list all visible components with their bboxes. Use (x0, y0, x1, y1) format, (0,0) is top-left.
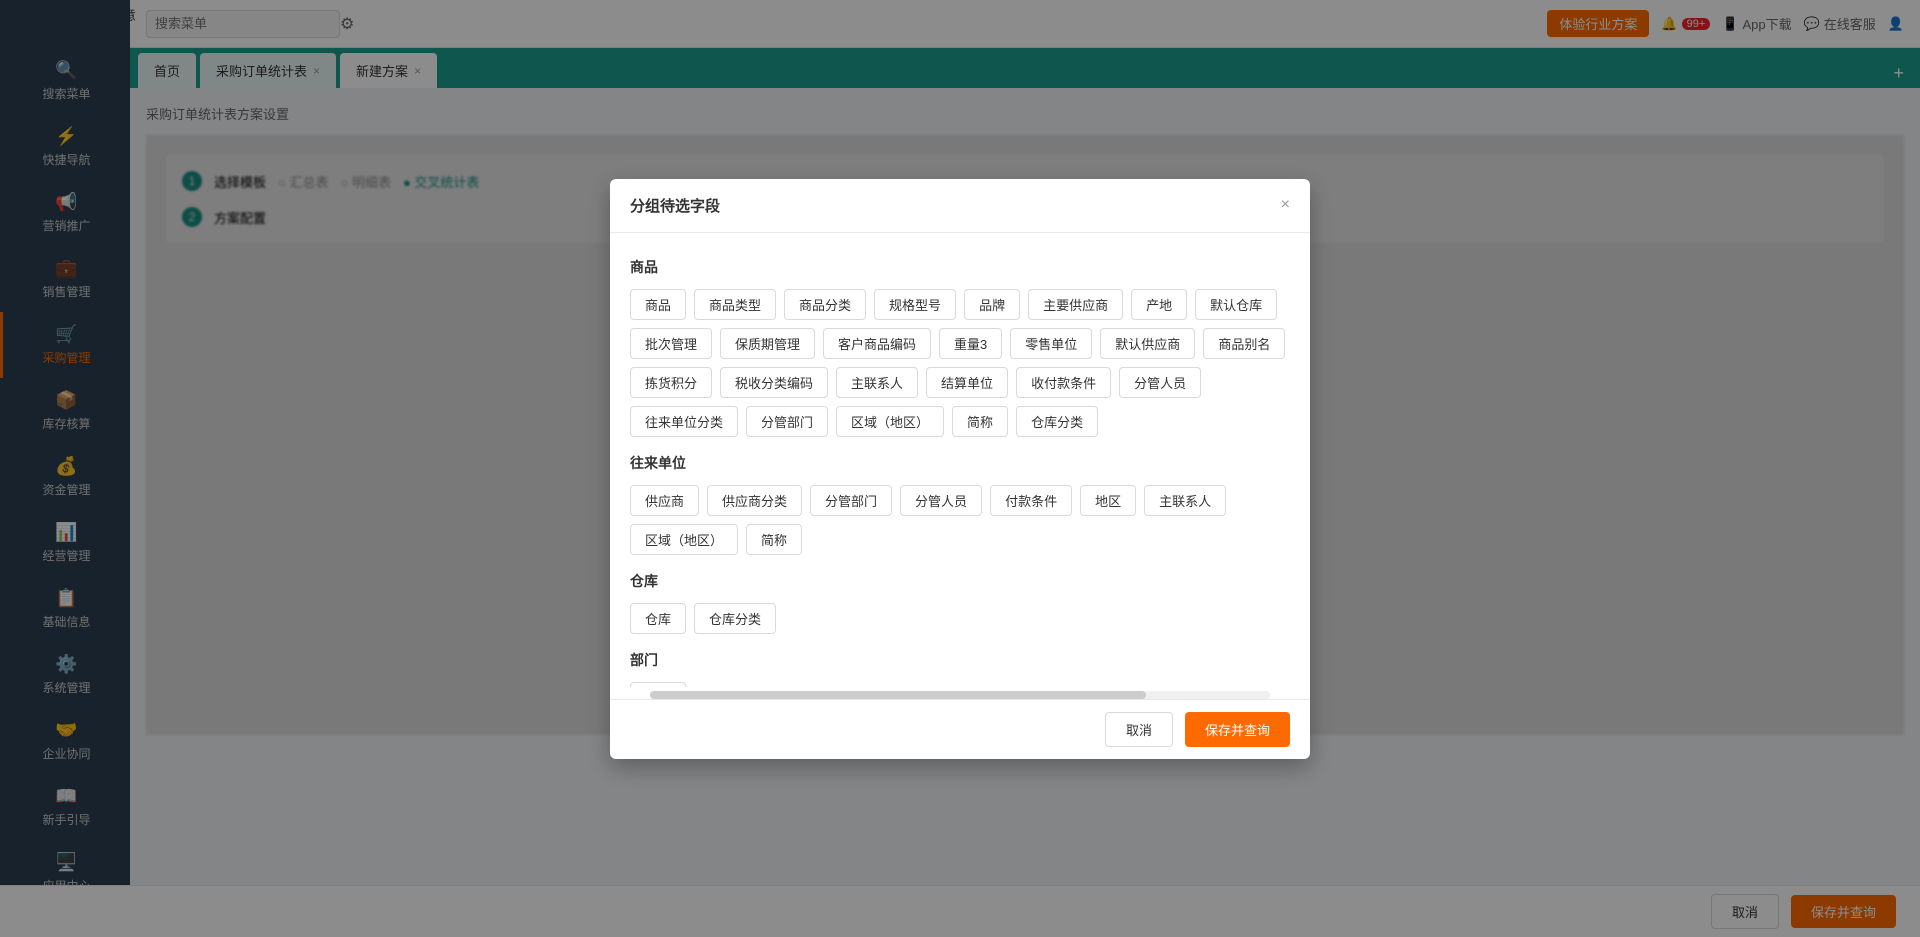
field-tag[interactable]: 分管部门 (810, 485, 892, 516)
field-tag[interactable]: 规格型号 (874, 289, 956, 320)
field-tag[interactable]: 区域（地区） (836, 406, 944, 437)
scrollbar-thumb (650, 691, 1146, 699)
field-tag[interactable]: 付款条件 (990, 485, 1072, 516)
field-tag[interactable]: 产地 (1131, 289, 1187, 320)
modal-body: 商品商品商品类型商品分类规格型号品牌主要供应商产地默认仓库批次管理保质期管理客户… (610, 233, 1310, 687)
tags-row-partner: 供应商供应商分类分管部门分管人员付款条件地区主联系人区域（地区） 简称 (630, 485, 1290, 555)
field-tag[interactable]: 结算单位 (926, 367, 1008, 398)
field-tag[interactable]: 分管人员 (900, 485, 982, 516)
field-tag[interactable]: 品牌 (964, 289, 1020, 320)
field-tag[interactable]: 分管人员 (1119, 367, 1201, 398)
section-title-warehouse: 仓库 (630, 571, 1290, 591)
section-title-partner: 往来单位 (630, 453, 1290, 473)
field-tag[interactable]: 零售单位 (1010, 328, 1092, 359)
modal-header: 分组待选字段 × (610, 179, 1310, 233)
tags-row-warehouse: 仓库仓库分类 (630, 603, 1290, 634)
field-tag[interactable]: 供应商 (630, 485, 699, 516)
field-tag[interactable]: 简称 (746, 524, 802, 555)
field-select-modal: 分组待选字段 × 商品商品商品类型商品分类规格型号品牌主要供应商产地默认仓库批次… (610, 179, 1310, 759)
field-tag[interactable]: 商品别名 (1203, 328, 1285, 359)
field-tag[interactable]: 简称 (952, 406, 1008, 437)
field-tag[interactable]: 商品分类 (784, 289, 866, 320)
field-tag[interactable]: 往来单位分类 (630, 406, 738, 437)
field-tag[interactable]: 拣货积分 (630, 367, 712, 398)
field-tag[interactable]: 地区 (1080, 485, 1136, 516)
tags-row-product: 商品商品类型商品分类规格型号品牌主要供应商产地默认仓库批次管理保质期管理客户商品… (630, 289, 1290, 437)
section-title-product: 商品 (630, 257, 1290, 277)
field-tag[interactable]: 默认供应商 (1100, 328, 1195, 359)
field-tag[interactable]: 默认仓库 (1195, 289, 1277, 320)
modal-title: 分组待选字段 (630, 195, 720, 216)
horizontal-scrollbar[interactable] (650, 691, 1270, 699)
field-tag[interactable]: 主要供应商 (1028, 289, 1123, 320)
field-tag[interactable]: 批次管理 (630, 328, 712, 359)
field-tag[interactable]: 分管部门 (746, 406, 828, 437)
field-tag[interactable]: 供应商分类 (707, 485, 802, 516)
field-tag[interactable]: 客户商品编码 (823, 328, 931, 359)
modal-overlay: 分组待选字段 × 商品商品商品类型商品分类规格型号品牌主要供应商产地默认仓库批次… (0, 0, 1920, 937)
cancel-button[interactable]: 取消 (1105, 712, 1173, 747)
field-tag[interactable]: 保质期管理 (720, 328, 815, 359)
field-tag[interactable]: 仓库 (630, 603, 686, 634)
field-tag[interactable]: 商品 (630, 289, 686, 320)
modal-close-btn[interactable]: × (1281, 196, 1290, 214)
field-tag[interactable]: 主联系人 (1144, 485, 1226, 516)
section-title-department: 部门 (630, 650, 1290, 670)
field-tag[interactable]: 商品类型 (694, 289, 776, 320)
field-tag[interactable]: 仓库分类 (694, 603, 776, 634)
field-tag[interactable]: 仓库分类 (1016, 406, 1098, 437)
modal-footer: 取消 保存并查询 (610, 699, 1310, 759)
field-tag[interactable]: 税收分类编码 (720, 367, 828, 398)
field-tag[interactable]: 区域（地区） (630, 524, 738, 555)
field-tag[interactable]: 重量3 (939, 328, 1002, 359)
field-tag[interactable]: 收付款条件 (1016, 367, 1111, 398)
field-tag[interactable]: 主联系人 (836, 367, 918, 398)
confirm-button[interactable]: 保存并查询 (1185, 712, 1290, 747)
